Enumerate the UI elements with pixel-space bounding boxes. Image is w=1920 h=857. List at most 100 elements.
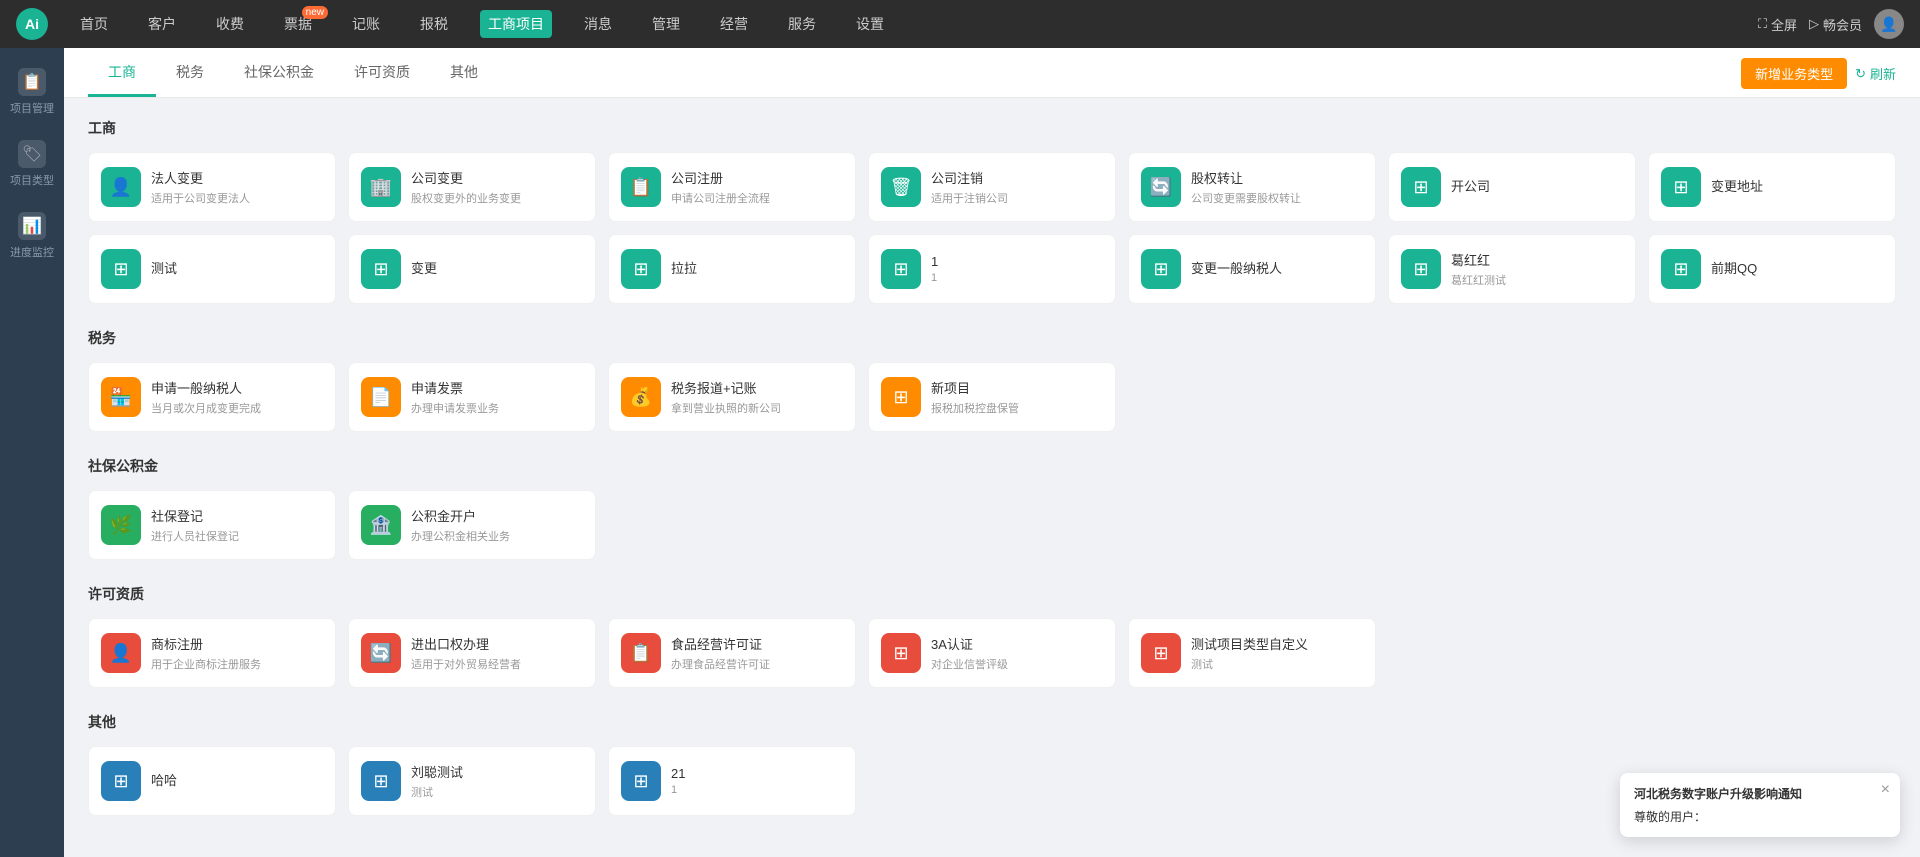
qita-title: 其他 bbox=[88, 712, 1896, 732]
card-one[interactable]: ⊞ 1 1 bbox=[868, 234, 1116, 304]
content-area: 工商 税务 社保公积金 许可资质 其他 新增业务类型 ↻ 刷新 工商 👤 bbox=[64, 48, 1920, 857]
nav-customer[interactable]: 客户 bbox=[140, 10, 184, 38]
fullscreen-button[interactable]: ⛶ 全屏 bbox=[1758, 15, 1797, 34]
gehonghong-icon: ⊞ bbox=[1401, 249, 1441, 289]
card-faren-biangeng[interactable]: 👤 法人变更 适用于公司变更法人 bbox=[88, 152, 336, 222]
tab-qita[interactable]: 其他 bbox=[430, 48, 498, 97]
ceshi-icon: ⊞ bbox=[101, 249, 141, 289]
3a-renzheng-icon: ⊞ bbox=[881, 633, 921, 673]
nav-operation[interactable]: 经营 bbox=[712, 10, 756, 38]
gjj-kaihu-icon: 🏦 bbox=[361, 505, 401, 545]
sidebar-item-project-management[interactable]: 📋 项目管理 bbox=[0, 56, 64, 128]
tab-xuke[interactable]: 许可资质 bbox=[334, 48, 430, 97]
nav-settings[interactable]: 设置 bbox=[848, 10, 892, 38]
biangeng-dizhi-icon: ⊞ bbox=[1661, 167, 1701, 207]
card-gjj-kaihu[interactable]: 🏦 公积金开户 办理公积金相关业务 bbox=[348, 490, 596, 560]
card-3a-renzheng[interactable]: ⊞ 3A认证 对企业信誉评级 bbox=[868, 618, 1116, 688]
refresh-button[interactable]: ↻ 刷新 bbox=[1855, 64, 1896, 83]
card-shenqing-fapiao[interactable]: 📄 申请发票 办理申请发票业务 bbox=[348, 362, 596, 432]
shipin-xuke-icon: 📋 bbox=[621, 633, 661, 673]
shuiwu-title: 税务 bbox=[88, 328, 1896, 348]
card-yiban-nashuiren[interactable]: 🏪 申请一般纳税人 当月或次月成变更完成 bbox=[88, 362, 336, 432]
card-qianqi-qq[interactable]: ⊞ 前期QQ bbox=[1648, 234, 1896, 304]
new-type-button[interactable]: 新增业务类型 bbox=[1741, 58, 1847, 89]
shuiwu-baodao-icon: 💰 bbox=[621, 377, 661, 417]
tab-shuiwu[interactable]: 税务 bbox=[156, 48, 224, 97]
faren-biangeng-icon: 👤 bbox=[101, 167, 141, 207]
xuke-title: 许可资质 bbox=[88, 584, 1896, 604]
shebao-section: 社保公积金 🌿 社保登记 进行人员社保登记 🏦 公积金开户 办理公积金相关 bbox=[88, 456, 1896, 560]
kai-gongsi-icon: ⊞ bbox=[1401, 167, 1441, 207]
vip-button[interactable]: ▷ 畅会员 bbox=[1809, 15, 1862, 34]
sidebar-item-progress-monitor[interactable]: 📊 进度监控 bbox=[0, 200, 64, 272]
card-shangbiao-zhuce[interactable]: 👤 商标注册 用于企业商标注册服务 bbox=[88, 618, 336, 688]
card-lala[interactable]: ⊞ 拉拉 bbox=[608, 234, 856, 304]
app-logo[interactable]: Ai bbox=[16, 8, 48, 40]
nav-bookkeeping[interactable]: 记账 bbox=[344, 10, 388, 38]
card-shuiwu-baodao[interactable]: 💰 税务报道+记账 拿到营业执照的新公司 bbox=[608, 362, 856, 432]
gongsi-zhuxiao-icon: 🗑 bbox=[881, 167, 921, 207]
card-ceshi-zidingyi[interactable]: ⊞ 测试项目类型自定义 测试 bbox=[1128, 618, 1376, 688]
card-21[interactable]: ⊞ 21 1 bbox=[608, 746, 856, 816]
card-gehonghong[interactable]: ⊞ 葛红红 葛红红测试 bbox=[1388, 234, 1636, 304]
sidebar: 📋 项目管理 🏷 项目类型 📊 进度监控 bbox=[0, 48, 64, 857]
sidebar-item-project-type[interactable]: 🏷 项目类型 bbox=[0, 128, 64, 200]
notification-close-button[interactable]: × bbox=[1881, 781, 1890, 799]
card-biangeng[interactable]: ⊞ 变更 bbox=[348, 234, 596, 304]
nav-management[interactable]: 管理 bbox=[644, 10, 688, 38]
nav-business[interactable]: 工商项目 bbox=[480, 10, 552, 38]
tab-bar: 工商 税务 社保公积金 许可资质 其他 新增业务类型 ↻ 刷新 bbox=[64, 48, 1920, 98]
nav-tax[interactable]: 报税 bbox=[412, 10, 456, 38]
card-gongsi-zhuxiao[interactable]: 🗑 公司注销 适用于注销公司 bbox=[868, 152, 1116, 222]
tab-shebao[interactable]: 社保公积金 bbox=[224, 48, 334, 97]
project-type-icon: 🏷 bbox=[18, 140, 46, 168]
nav-invoice[interactable]: 票据 new bbox=[276, 10, 320, 38]
card-biangeng-yiban[interactable]: ⊞ 变更一般纳税人 bbox=[1128, 234, 1376, 304]
gongsi-zhuce-icon: 📋 bbox=[621, 167, 661, 207]
card-kai-gongsi[interactable]: ⊞ 开公司 bbox=[1388, 152, 1636, 222]
card-liucong-ceshi[interactable]: ⊞ 刘聪测试 测试 bbox=[348, 746, 596, 816]
lala-icon: ⊞ bbox=[621, 249, 661, 289]
shebao-title: 社保公积金 bbox=[88, 456, 1896, 476]
card-biangeng-dizhi[interactable]: ⊞ 变更地址 bbox=[1648, 152, 1896, 222]
nav-home[interactable]: 首页 bbox=[72, 10, 116, 38]
nav-message[interactable]: 消息 bbox=[576, 10, 620, 38]
progress-monitor-icon: 📊 bbox=[18, 212, 46, 240]
main-layout: 📋 项目管理 🏷 项目类型 📊 进度监控 工商 税务 社保公积金 许可资质 其他… bbox=[0, 48, 1920, 857]
card-xin-xiangmu[interactable]: ⊞ 新项目 报税加税控盘保管 bbox=[868, 362, 1116, 432]
liucong-ceshi-icon: ⊞ bbox=[361, 761, 401, 801]
nav-service[interactable]: 服务 bbox=[780, 10, 824, 38]
card-jinchuku-banli[interactable]: 🔄 进出口权办理 适用于对外贸易经营者 bbox=[348, 618, 596, 688]
one-icon: ⊞ bbox=[881, 249, 921, 289]
project-management-icon: 📋 bbox=[18, 68, 46, 96]
shangbiao-zhuce-icon: 👤 bbox=[101, 633, 141, 673]
nav-billing[interactable]: 收费 bbox=[208, 10, 252, 38]
card-shipin-xuke[interactable]: 📋 食品经营许可证 办理食品经营许可证 bbox=[608, 618, 856, 688]
tab-gongshang[interactable]: 工商 bbox=[88, 48, 156, 97]
notification-title: 河北税务数字账户升级影响通知 bbox=[1634, 785, 1886, 802]
xin-xiangmu-icon: ⊞ bbox=[881, 377, 921, 417]
xuke-section: 许可资质 👤 商标注册 用于企业商标注册服务 🔄 进出口权办理 适用于对外 bbox=[88, 584, 1896, 688]
qianqi-qq-icon: ⊞ bbox=[1661, 249, 1701, 289]
guquan-zhuanrang-icon: 🔄 bbox=[1141, 167, 1181, 207]
biangeng-icon: ⊞ bbox=[361, 249, 401, 289]
card-guquan-zhuanrang[interactable]: 🔄 股权转让 公司变更需要股权转让 bbox=[1128, 152, 1376, 222]
notification-box: × 河北税务数字账户升级影响通知 尊敬的用户： bbox=[1620, 773, 1900, 837]
card-gongsi-biangeng[interactable]: 🏢 公司变更 股权变更外的业务变更 bbox=[348, 152, 596, 222]
content-body: 工商 👤 法人变更 适用于公司变更法人 🏢 公司变更 股权变更外的业务变更 bbox=[64, 98, 1920, 857]
shenqing-fapiao-icon: 📄 bbox=[361, 377, 401, 417]
shuiwu-section: 税务 🏪 申请一般纳税人 当月或次月成变更完成 📄 申请发票 办理申请发票 bbox=[88, 328, 1896, 432]
user-avatar[interactable]: 👤 bbox=[1874, 9, 1904, 39]
card-haha[interactable]: ⊞ 哈哈 bbox=[88, 746, 336, 816]
jinchuku-banli-icon: 🔄 bbox=[361, 633, 401, 673]
biangeng-yiban-icon: ⊞ bbox=[1141, 249, 1181, 289]
new-badge: new bbox=[302, 6, 328, 19]
gongsi-biangeng-icon: 🏢 bbox=[361, 167, 401, 207]
top-navigation: Ai 首页 客户 收费 票据 new 记账 报税 工商项目 消息 管理 经营 服… bbox=[0, 0, 1920, 48]
21-icon: ⊞ bbox=[621, 761, 661, 801]
card-shebao-dengji[interactable]: 🌿 社保登记 进行人员社保登记 bbox=[88, 490, 336, 560]
nav-right-group: ⛶ 全屏 ▷ 畅会员 👤 bbox=[1758, 9, 1904, 39]
shebao-dengji-icon: 🌿 bbox=[101, 505, 141, 545]
card-ceshi[interactable]: ⊞ 测试 bbox=[88, 234, 336, 304]
card-gongsi-zhuce[interactable]: 📋 公司注册 申请公司注册全流程 bbox=[608, 152, 856, 222]
